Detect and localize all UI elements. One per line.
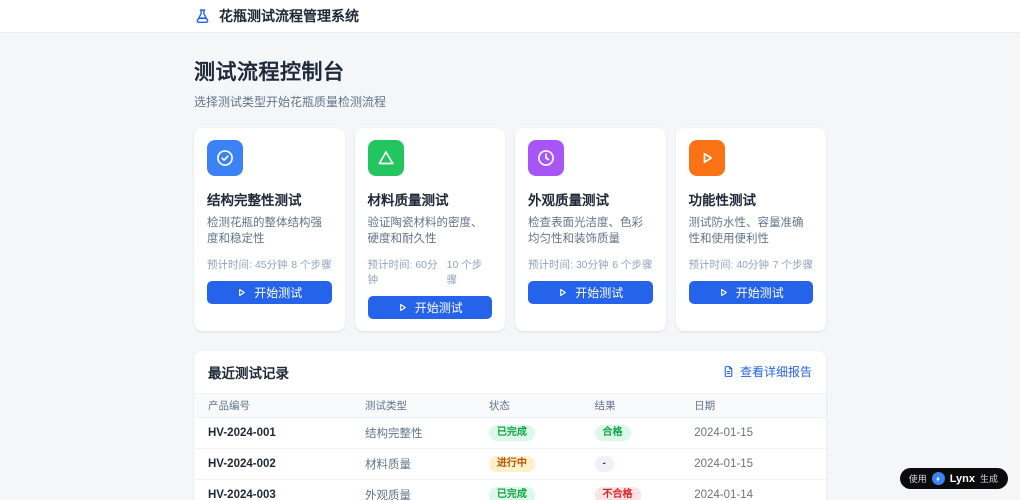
table-row: HV-2024-001 结构完整性 已完成 合格 2024-01-15 <box>194 418 826 449</box>
flask-icon <box>194 8 211 25</box>
records-title: 最近测试记录 <box>208 365 289 381</box>
card-step-count: 10 个步骤 <box>446 258 483 286</box>
test-card: 功能性测试 测试防水性、容量准确性和使用便利性 预计时间: 40分钟 7 个步骤… <box>675 128 826 331</box>
cell-test-type: 结构完整性 <box>365 427 423 440</box>
start-test-button[interactable]: 开始测试 <box>207 280 332 304</box>
test-card: 外观质量测试 检查表面光洁度、色彩均匀性和装饰质量 预计时间: 30分钟 6 个… <box>515 128 666 331</box>
card-description: 检查表面光洁度、色彩均匀性和装饰质量 <box>528 217 643 246</box>
column-header: 结果 <box>594 399 616 412</box>
cell-test-type: 材料质量 <box>365 458 412 471</box>
status-badge: 已完成 <box>488 487 535 500</box>
app-title: 花瓶测试流程管理系统 <box>219 8 359 24</box>
card-description: 检测花瓶的整体结构强度和稳定性 <box>207 217 322 246</box>
lynx-generated-badge[interactable]: 使用 Lynx 生成 <box>899 468 1008 489</box>
card-title: 功能性测试 <box>688 193 757 208</box>
view-report-label: 查看详细报告 <box>739 365 812 380</box>
cell-test-type: 外观质量 <box>365 489 412 500</box>
recent-records-panel: 最近测试记录 查看详细报告 产品编号 测试类型 状态 结果 日期 HV-2024-001… <box>194 350 826 500</box>
start-test-label: 开始测试 <box>735 285 784 300</box>
play-outline-icon <box>560 288 567 296</box>
table-row: HV-2024-003 外观质量 已完成 不合格 2024-01-14 <box>194 480 826 500</box>
play-outline-icon <box>399 303 406 311</box>
page-title: 测试流程控制台 <box>194 61 345 84</box>
start-test-label: 开始测试 <box>575 285 624 300</box>
card-title: 结构完整性测试 <box>207 193 302 208</box>
result-badge: 合格 <box>594 425 631 442</box>
status-badge: 进行中 <box>488 456 535 473</box>
card-step-count: 6 个步骤 <box>612 258 653 271</box>
result-badge: 不合格 <box>594 487 641 500</box>
lynx-brand-label: Lynx <box>949 472 975 485</box>
records-column-headers: 产品编号 测试类型 状态 结果 日期 <box>194 392 826 418</box>
records-table-body: HV-2024-001 结构完整性 已完成 合格 2024-01-15 HV-2… <box>194 418 826 500</box>
column-header: 日期 <box>694 399 716 412</box>
column-header: 测试类型 <box>365 399 408 412</box>
view-report-link[interactable]: 查看详细报告 <box>722 363 812 380</box>
start-test-button[interactable]: 开始测试 <box>688 280 813 304</box>
clock-icon <box>528 140 564 176</box>
start-test-button[interactable]: 开始测试 <box>367 295 492 319</box>
card-estimated-time: 预计时间: 30分钟 <box>528 258 609 271</box>
main-content: 测试流程控制台 选择测试类型开始花瓶质量检测流程 结构完整性测试 检测花瓶的整体… <box>194 33 826 500</box>
play-icon <box>688 140 725 176</box>
play-outline-icon <box>239 288 246 296</box>
card-description: 验证陶瓷材料的密度、硬度和耐久性 <box>367 217 483 246</box>
card-step-count: 7 个步骤 <box>772 258 813 271</box>
lynx-badge-prefix: 使用 <box>908 474 927 484</box>
cell-product-id: HV-2024-002 <box>208 457 276 470</box>
card-title: 外观质量测试 <box>528 193 609 208</box>
check-circle-icon <box>207 140 243 176</box>
start-test-button[interactable]: 开始测试 <box>528 280 653 304</box>
card-description: 测试防水性、容量准确性和使用便利性 <box>688 217 804 246</box>
play-outline-icon <box>720 288 727 296</box>
lynx-badge-suffix: 生成 <box>979 474 998 484</box>
app-header: 花瓶测试流程管理系统 <box>0 0 1020 33</box>
cell-date: 2024-01-15 <box>694 457 754 470</box>
cell-product-id: HV-2024-003 <box>208 488 276 500</box>
page-subtitle: 选择测试类型开始花瓶质量检测流程 <box>194 95 387 109</box>
start-test-label: 开始测试 <box>414 300 463 315</box>
test-cards: 结构完整性测试 检测花瓶的整体结构强度和稳定性 预计时间: 45分钟 8 个步骤… <box>194 128 826 331</box>
card-step-count: 8 个步骤 <box>291 258 332 271</box>
column-header: 产品编号 <box>208 399 250 412</box>
test-card: 材料质量测试 验证陶瓷材料的密度、硬度和耐久性 预计时间: 60分钟 10 个步… <box>354 128 505 331</box>
table-row: HV-2024-002 材料质量 进行中 - 2024-01-15 <box>194 449 826 480</box>
card-estimated-time: 预计时间: 45分钟 <box>207 258 288 271</box>
status-badge: 已完成 <box>488 425 535 442</box>
cell-date: 2024-01-15 <box>694 426 754 439</box>
lynx-logo-icon <box>931 472 945 485</box>
document-icon <box>722 365 735 378</box>
card-estimated-time: 预计时间: 40分钟 <box>688 258 770 271</box>
test-card: 结构完整性测试 检测花瓶的整体结构强度和稳定性 预计时间: 45分钟 8 个步骤… <box>194 128 345 331</box>
start-test-label: 开始测试 <box>254 285 303 300</box>
column-header: 状态 <box>488 399 510 412</box>
warning-triangle-icon <box>367 140 404 176</box>
cell-date: 2024-01-14 <box>694 488 754 500</box>
card-estimated-time: 预计时间: 60分钟 <box>367 258 438 286</box>
result-badge: - <box>594 456 614 473</box>
card-title: 材料质量测试 <box>367 193 449 208</box>
cell-product-id: HV-2024-001 <box>208 426 276 439</box>
